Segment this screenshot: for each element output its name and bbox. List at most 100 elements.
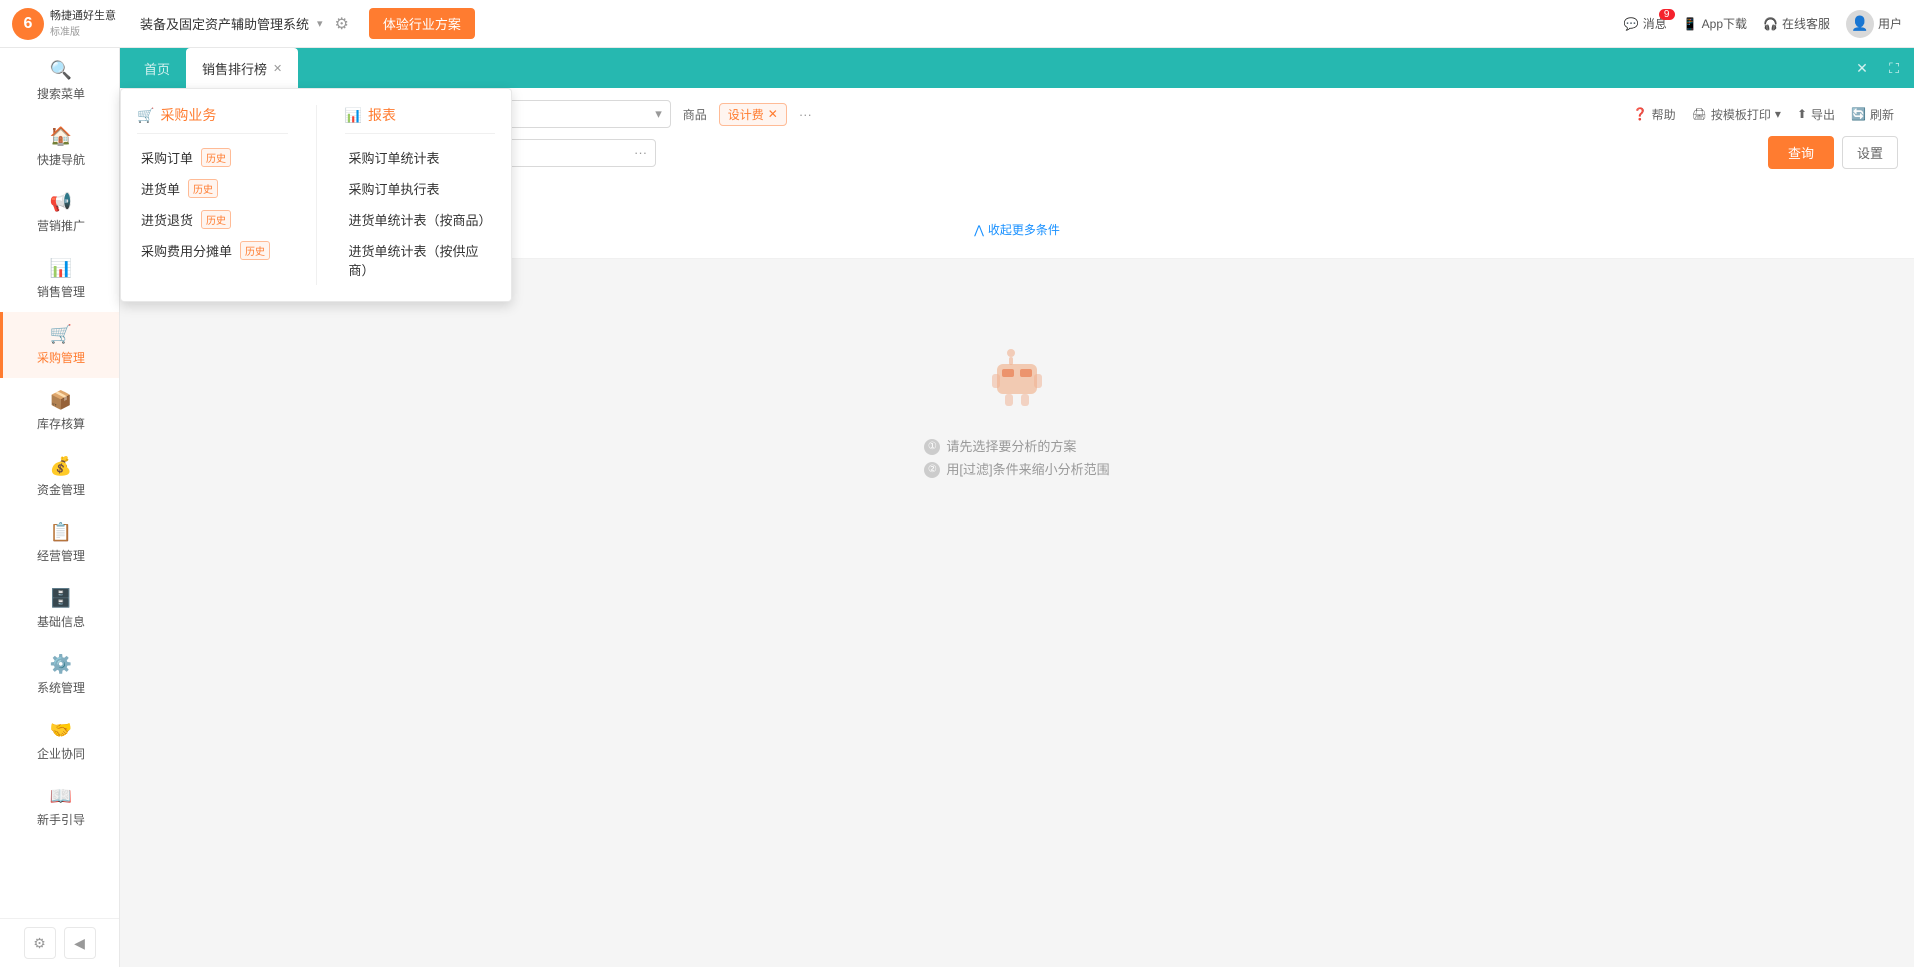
print-icon: 🖨	[1692, 107, 1707, 121]
sidebar-item-operations[interactable]: 📋 经营管理	[0, 510, 119, 576]
sidebar-settings-btn[interactable]: ⚙	[24, 927, 56, 959]
export-icon: ⬆	[1797, 107, 1807, 121]
sidebar-item-label: 基础信息	[37, 613, 85, 630]
menu-item-label: 采购费用分摊单	[141, 241, 232, 260]
header-right: 💬 消息 9 📱 App下载 🎧 在线客服 👤 用户	[1624, 10, 1902, 38]
sales-icon: 📊	[50, 258, 72, 279]
marketing-icon: 📢	[50, 192, 72, 213]
logo-sub: 标准版	[50, 23, 116, 38]
sidebar-item-label: 库存核算	[37, 415, 85, 432]
export-label: 导出	[1811, 106, 1835, 123]
print-btn[interactable]: 🖨 按模板打印 ▾	[1688, 104, 1785, 125]
menu-item-report-3[interactable]: 进货单统计表（按商品）	[345, 204, 496, 235]
sidebar-item-basic[interactable]: 🗄️ 基础信息	[0, 576, 119, 642]
user-area[interactable]: 👤 用户	[1846, 10, 1902, 38]
tab-home[interactable]: 首页	[128, 48, 186, 88]
purchase-menu-column: 🛒 采购业务 采购订单 历史 进货单 历史 进货退货 历史 采购费用分摊单 历史	[137, 105, 288, 285]
purchase-menu-title: 采购业务	[160, 105, 216, 125]
empty-tip-1: ① 请先选择要分析的方案	[924, 435, 1109, 458]
report-menu-title: 报表	[368, 105, 396, 125]
menu-divider	[316, 105, 317, 285]
menu-item-report-1[interactable]: 采购订单统计表	[345, 142, 496, 173]
tab-sales-rank[interactable]: 销售排行榜 ✕	[186, 48, 298, 88]
sidebar-item-quick[interactable]: 🏠 快捷导航	[0, 114, 119, 180]
settings-btn[interactable]: 设置	[1842, 136, 1898, 169]
message-icon: 💬	[1624, 17, 1639, 31]
tip-text-1: 请先选择要分析的方案	[946, 435, 1076, 458]
menu-item-label: 采购订单统计表	[349, 148, 440, 167]
sidebar-item-sales[interactable]: 📊 销售管理	[0, 246, 119, 312]
menu-item-purchase-return[interactable]: 进货退货 历史	[137, 204, 288, 235]
help-icon: ❓	[1633, 107, 1648, 121]
message-btn[interactable]: 💬 消息 9	[1624, 15, 1667, 32]
enterprise-icon: 🤝	[50, 720, 72, 741]
sidebar-item-guide[interactable]: 📖 新手引导	[0, 774, 119, 840]
refresh-label: 刷新	[1870, 106, 1894, 123]
industry-btn[interactable]: 体验行业方案	[369, 8, 475, 39]
menu-item-report-4[interactable]: 进货单统计表（按供应商）	[345, 235, 496, 285]
tip-text-2: 用[过滤]条件来缩小分析范围	[946, 458, 1109, 481]
sidebar-item-label: 经营管理	[37, 547, 85, 564]
help-label: 帮助	[1652, 106, 1676, 123]
sidebar-bottom: ⚙ ◀	[0, 918, 119, 967]
operations-icon: 📋	[50, 522, 72, 543]
sidebar-item-inventory[interactable]: 📦 库存核算	[0, 378, 119, 444]
user-label: 用户	[1878, 15, 1902, 32]
report-menu-header: 📊 报表	[345, 105, 496, 134]
query-btn[interactable]: 查询	[1768, 136, 1834, 169]
tab-bar: 首页 销售排行榜 ✕ ✕ ⛶	[120, 48, 1914, 88]
sidebar-item-label: 系统管理	[37, 679, 85, 696]
empty-icon	[977, 339, 1057, 419]
sidebar-item-label: 销售管理	[37, 283, 85, 300]
menu-item-label: 采购订单	[141, 148, 193, 167]
sidebar-item-system[interactable]: ⚙️ 系统管理	[0, 642, 119, 708]
sidebar-item-label: 搜索菜单	[37, 85, 85, 102]
status-arrow-icon: ▾	[655, 106, 662, 122]
empty-robot-svg	[977, 339, 1057, 419]
inventory-icon: 📦	[50, 390, 72, 411]
top-header: 6 畅捷通好生意 标准版 装备及固定资产辅助管理系统 ▾ ⚙ 体验行业方案 💬 …	[0, 0, 1914, 48]
tab-maximize-btn[interactable]: ⛶	[1882, 56, 1906, 80]
sidebar-item-enterprise[interactable]: 🤝 企业协同	[0, 708, 119, 774]
print-label: 按模板打印	[1711, 106, 1771, 123]
tab-close-all-btn[interactable]: ✕	[1850, 56, 1874, 80]
menu-item-purchase-expense[interactable]: 采购费用分摊单 历史	[137, 235, 288, 266]
tip-num-2: ②	[924, 462, 940, 478]
sidebar-item-marketing[interactable]: 📢 营销推广	[0, 180, 119, 246]
menu-item-label: 进货单	[141, 179, 180, 198]
sidebar-item-finance[interactable]: 💰 资金管理	[0, 444, 119, 510]
sidebar-item-search[interactable]: 🔍 搜索菜单	[0, 48, 119, 114]
system-arrow-icon[interactable]: ▾	[317, 17, 323, 30]
guide-icon: 📖	[50, 786, 72, 807]
avatar: 👤	[1846, 10, 1874, 38]
menu-item-badge: 历史	[201, 210, 231, 229]
service-label: 在线客服	[1782, 15, 1830, 32]
online-service-btn[interactable]: 🎧 在线客服	[1763, 15, 1830, 32]
menu-item-report-2[interactable]: 采购订单执行表	[345, 173, 496, 204]
menu-item-purchase-order[interactable]: 采购订单 历史	[137, 142, 288, 173]
menu-item-purchase-receipt[interactable]: 进货单 历史	[137, 173, 288, 204]
help-btn[interactable]: ❓ 帮助	[1629, 104, 1680, 125]
goods-tag-close-icon[interactable]: ✕	[768, 107, 778, 121]
refresh-icon: 🔄	[1851, 107, 1866, 121]
sidebar-collapse-btn[interactable]: ◀	[64, 927, 96, 959]
tip-num-1: ①	[924, 439, 940, 455]
service-icon: 🎧	[1763, 17, 1778, 31]
app-download-btn[interactable]: 📱 App下载	[1683, 15, 1747, 32]
system-icon: ⚙️	[50, 654, 72, 675]
tab-close-icon[interactable]: ✕	[273, 62, 282, 75]
export-btn[interactable]: ⬆ 导出	[1793, 104, 1839, 125]
sidebar-item-label: 采购管理	[37, 349, 85, 366]
collapse-label: 收起更多条件	[988, 221, 1060, 238]
print-arrow-icon: ▾	[1775, 107, 1781, 121]
report-menu-icon: 📊	[345, 107, 362, 124]
empty-tips: ① 请先选择要分析的方案 ② 用[过滤]条件来缩小分析范围	[924, 435, 1109, 482]
goods-tag: 设计费 ✕	[719, 103, 787, 126]
settings-icon[interactable]: ⚙	[335, 14, 349, 34]
logo-icon: 6	[12, 8, 44, 40]
goods-more-icon[interactable]: ···	[799, 107, 812, 122]
empty-state: ① 请先选择要分析的方案 ② 用[过滤]条件来缩小分析范围	[120, 259, 1914, 562]
sidebar-item-purchase[interactable]: 🛒 采购管理	[0, 312, 119, 378]
refresh-btn[interactable]: 🔄 刷新	[1847, 104, 1898, 125]
empty-tip-2: ② 用[过滤]条件来缩小分析范围	[924, 458, 1109, 481]
